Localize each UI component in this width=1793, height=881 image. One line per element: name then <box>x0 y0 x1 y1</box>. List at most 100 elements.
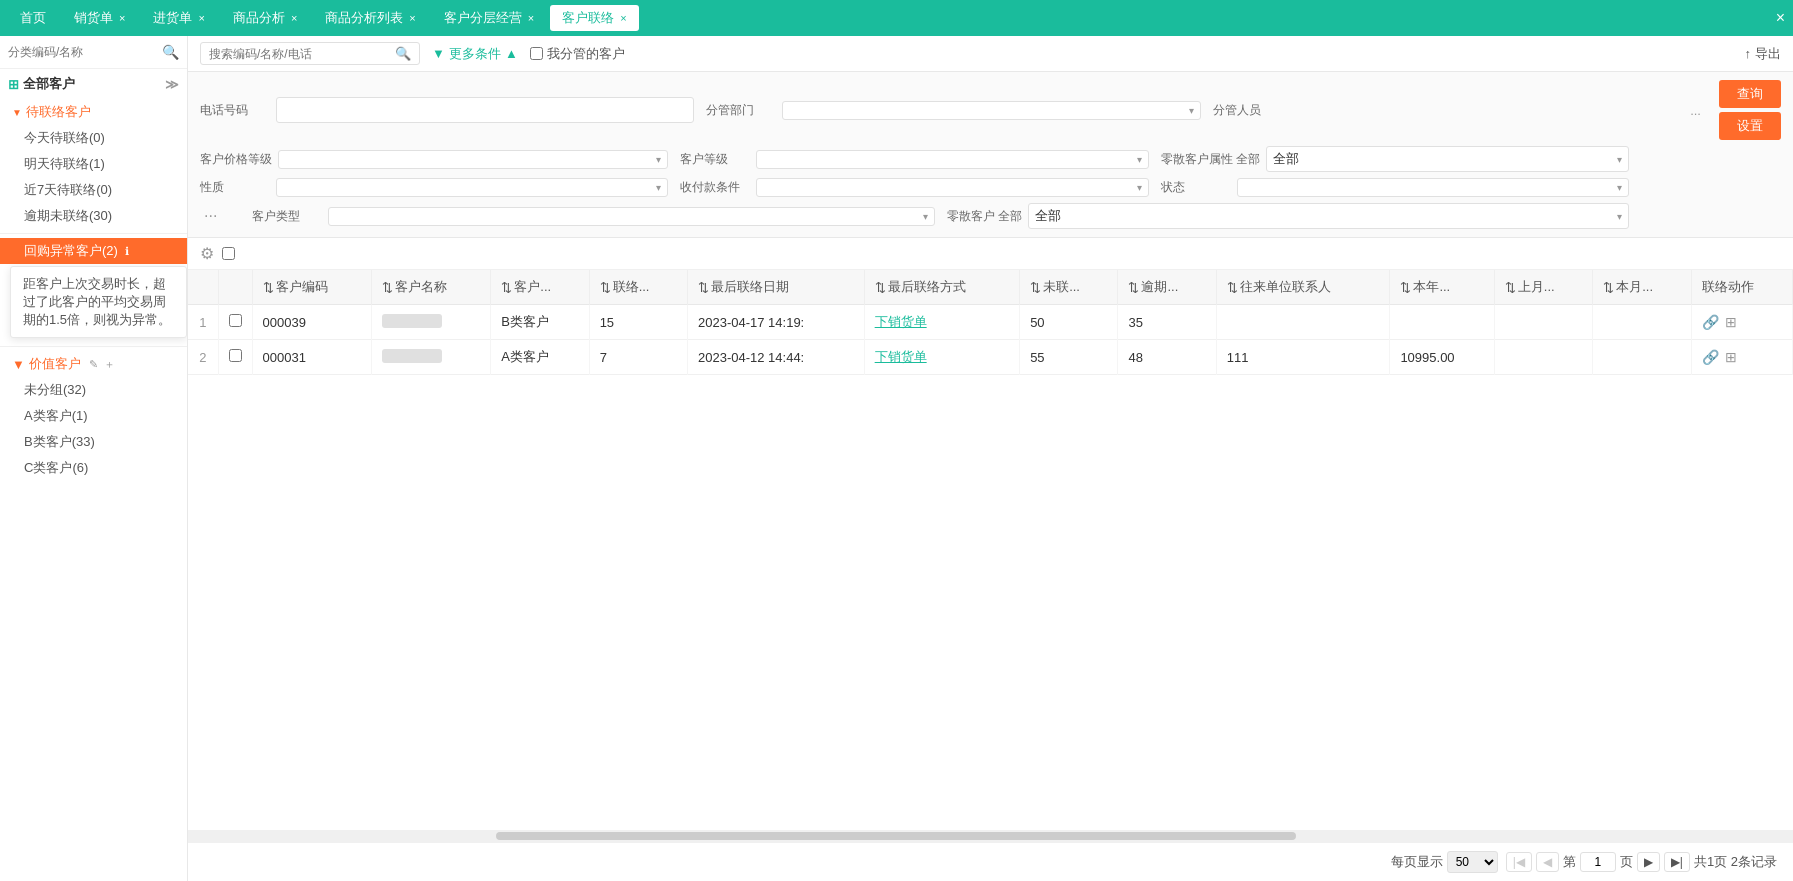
cell-last-month <box>1494 305 1592 340</box>
link-action-icon[interactable]: 🔗 <box>1702 314 1719 330</box>
cell-name <box>371 340 490 375</box>
horizontal-scrollbar[interactable] <box>188 830 1793 842</box>
nav-sales-order[interactable]: 销货单 × <box>62 5 137 31</box>
filter-select-retail-attr[interactable]: 全部▾ <box>1266 146 1629 172</box>
nav-product-analysis-list[interactable]: 商品分析列表 × <box>313 5 427 31</box>
sidebar-item-today-pending[interactable]: 今天待联络(0) <box>0 125 187 151</box>
next-page-button[interactable]: ▶ <box>1637 852 1660 872</box>
sidebar-item-overdue-pending[interactable]: 逾期未联络(30) <box>0 203 187 229</box>
sort-icon[interactable]: ⇅ <box>1603 280 1614 295</box>
filter-select-price-level[interactable]: ▾ <box>278 150 668 169</box>
sort-icon[interactable]: ⇅ <box>501 280 512 295</box>
close-all-tabs-button[interactable]: × <box>1776 9 1785 27</box>
sidebar-item-tomorrow-pending[interactable]: 明天待联络(1) <box>0 151 187 177</box>
collapse-button[interactable]: ≫ <box>165 77 179 92</box>
page-number-input[interactable] <box>1580 852 1616 872</box>
filter-field-payment: 收付款条件 ▾ <box>680 178 1148 197</box>
sidebar-item-ungrouped[interactable]: 未分组(32) <box>0 377 187 403</box>
col-contacts: ⇅往来单位联系人 <box>1216 270 1390 305</box>
cell-this-year <box>1390 305 1494 340</box>
sidebar-item-class-a[interactable]: A类客户(1) <box>0 403 187 429</box>
sort-icon[interactable]: ⇅ <box>263 280 274 295</box>
filter-select-manager[interactable]: ... <box>1289 100 1707 121</box>
cell-last-method: 下销货单 <box>864 340 1019 375</box>
filter-row-1: 电话号码 分管部门 ▾ 分管人员 ... 查询 设置 <box>200 80 1781 140</box>
filter-select-retail-customer[interactable]: 全部▾ <box>1028 203 1629 229</box>
table-row: 2 000031 A类客户 7 2023-04-12 14:44: 下销货单 5… <box>188 340 1793 375</box>
filter-label-payment: 收付款条件 <box>680 179 750 196</box>
more-dots-icon[interactable]: ··· <box>200 207 221 225</box>
sort-icon[interactable]: ⇅ <box>382 280 393 295</box>
last-method-link[interactable]: 下销货单 <box>875 349 927 364</box>
filter-field-customer-type: 客户类型 ▾ <box>252 207 935 226</box>
sort-icon[interactable]: ⇅ <box>698 280 709 295</box>
select-all-checkbox[interactable] <box>222 247 235 260</box>
sort-icon[interactable]: ⇅ <box>1128 280 1139 295</box>
prev-page-button[interactable]: ◀ <box>1536 852 1559 872</box>
nav-customer-tiered[interactable]: 客户分层经营 × <box>432 5 546 31</box>
close-icon[interactable]: × <box>119 12 125 24</box>
search-input[interactable] <box>209 47 391 61</box>
settings-button[interactable]: 设置 <box>1719 112 1781 140</box>
cell-this-month <box>1593 305 1691 340</box>
sidebar-pending-group[interactable]: ▼ 待联络客户 <box>0 99 187 125</box>
close-icon[interactable]: × <box>198 12 204 24</box>
filter-select-customer-level[interactable]: ▾ <box>756 150 1148 169</box>
nav-product-analysis[interactable]: 商品分析 × <box>221 5 309 31</box>
sort-icon[interactable]: ⇅ <box>875 280 886 295</box>
sort-icon[interactable]: ⇅ <box>1505 280 1516 295</box>
grid-action-icon[interactable]: ⊞ <box>1725 314 1737 330</box>
sort-icon[interactable]: ⇅ <box>1030 280 1041 295</box>
nav-customer-contact[interactable]: 客户联络 × <box>550 5 638 31</box>
sidebar-value-group[interactable]: ▼ 价值客户 ✎ ＋ <box>0 351 187 377</box>
sidebar-item-class-b[interactable]: B类客户(33) <box>0 429 187 455</box>
filter-input-phone[interactable] <box>276 97 694 123</box>
row-checkbox[interactable] <box>229 349 242 362</box>
row-checkbox-cell <box>218 340 252 375</box>
cell-last-date: 2023-04-12 14:44: <box>687 340 864 375</box>
grid-action-icon[interactable]: ⊞ <box>1725 349 1737 365</box>
filter-label-nature: 性质 <box>200 179 270 196</box>
nav-home[interactable]: 首页 <box>8 5 58 31</box>
edit-icon[interactable]: ✎ <box>89 358 98 371</box>
export-button[interactable]: ↑ 导出 <box>1745 45 1782 63</box>
chevron-down-icon: ▾ <box>1617 211 1622 222</box>
main-layout: 🔍 ⊞ 全部客户 ≫ ▼ 待联络客户 今天待联络(0) 明天待联络(1) 近7天… <box>0 36 1793 881</box>
sort-icon[interactable]: ⇅ <box>600 280 611 295</box>
cell-overdue: 48 <box>1118 340 1216 375</box>
filter-select-dept[interactable]: ▾ <box>782 101 1200 120</box>
cell-overdue: 35 <box>1118 305 1216 340</box>
col-last-month: ⇅上月... <box>1494 270 1592 305</box>
filter-select-customer-type[interactable]: ▾ <box>328 207 935 226</box>
link-action-icon[interactable]: 🔗 <box>1702 349 1719 365</box>
row-checkbox[interactable] <box>229 314 242 327</box>
filter-select-status[interactable]: ▾ <box>1237 178 1629 197</box>
close-icon[interactable]: × <box>620 12 626 24</box>
nav-purchase-order[interactable]: 进货单 × <box>141 5 216 31</box>
close-icon[interactable]: × <box>291 12 297 24</box>
sort-icon[interactable]: ⇅ <box>1227 280 1238 295</box>
per-page-select[interactable]: 50 20 100 <box>1447 851 1498 873</box>
col-overdue: ⇅逾期... <box>1118 270 1216 305</box>
close-icon[interactable]: × <box>409 12 415 24</box>
sidebar-search-input[interactable] <box>8 45 158 59</box>
sidebar-item-repurchase-anomaly[interactable]: 回购异常客户(2) ℹ <box>0 238 187 264</box>
filter-select-nature[interactable]: ▾ <box>276 178 668 197</box>
filter-select-payment[interactable]: ▾ <box>756 178 1148 197</box>
sidebar-item-7days-pending[interactable]: 近7天待联络(0) <box>0 177 187 203</box>
sort-icon[interactable]: ⇅ <box>1400 280 1411 295</box>
filter-label-dept: 分管部门 <box>706 102 776 119</box>
sidebar-item-class-c[interactable]: C类客户(6) <box>0 455 187 481</box>
my-customers-checkbox[interactable]: 我分管的客户 <box>530 45 625 63</box>
first-page-button[interactable]: |◀ <box>1506 852 1532 872</box>
plus-icon[interactable]: ＋ <box>104 357 115 372</box>
last-page-button[interactable]: ▶| <box>1664 852 1690 872</box>
more-conditions-button[interactable]: ▼ 更多条件 ▲ <box>432 45 518 63</box>
last-method-link[interactable]: 下销货单 <box>875 314 927 329</box>
query-button[interactable]: 查询 <box>1719 80 1781 108</box>
close-icon[interactable]: × <box>528 12 534 24</box>
my-customers-check[interactable] <box>530 47 543 60</box>
scroll-thumb[interactable] <box>496 832 1296 840</box>
settings-cog-icon[interactable]: ⚙ <box>200 244 214 263</box>
cell-this-year: 10995.00 <box>1390 340 1494 375</box>
